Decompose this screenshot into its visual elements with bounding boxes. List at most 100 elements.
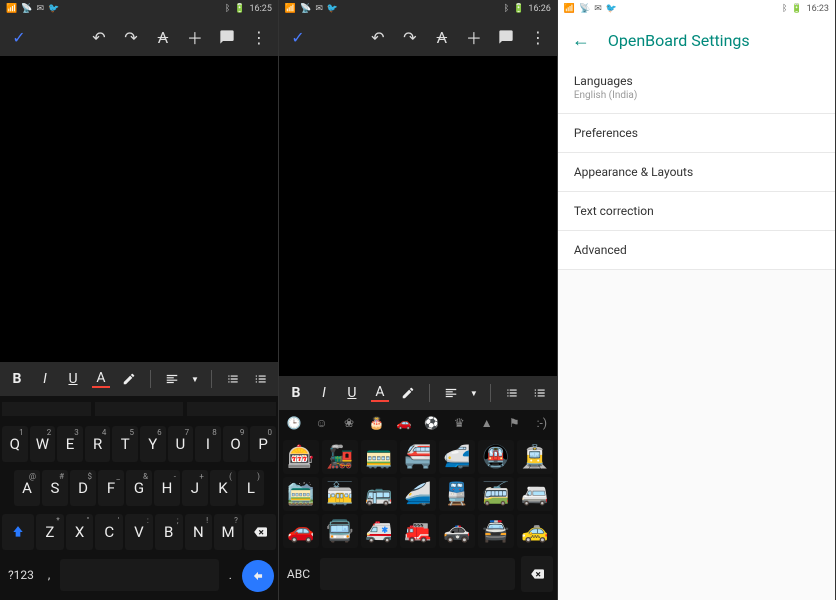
add-icon[interactable]: ＋ bbox=[186, 28, 204, 46]
emoji-key[interactable]: 🚃 bbox=[361, 440, 397, 474]
italic-button[interactable]: I bbox=[315, 384, 333, 402]
spacebar-key[interactable] bbox=[320, 558, 515, 590]
text-color-button[interactable]: A bbox=[371, 384, 389, 402]
key-z[interactable]: Z* bbox=[36, 514, 64, 550]
key-k[interactable]: K( bbox=[210, 470, 236, 506]
overflow-icon[interactable]: ⋮ bbox=[529, 28, 547, 46]
key-f[interactable]: F_ bbox=[98, 470, 124, 506]
key-m[interactable]: M? bbox=[214, 514, 242, 550]
key-u[interactable]: U7 bbox=[168, 426, 194, 462]
highlight-button[interactable] bbox=[399, 384, 417, 402]
emoji-key[interactable]: 🚄 bbox=[400, 477, 436, 511]
key-n[interactable]: N! bbox=[185, 514, 213, 550]
comment-icon[interactable] bbox=[497, 28, 515, 46]
spacebar-key[interactable] bbox=[60, 559, 218, 591]
emoji-key[interactable]: 🚓 bbox=[439, 514, 475, 548]
text-format-icon[interactable]: A bbox=[433, 28, 451, 46]
confirm-check-icon[interactable]: ✓ bbox=[289, 28, 307, 46]
redo-icon[interactable]: ↷ bbox=[401, 28, 419, 46]
emoji-key[interactable]: 🚑 bbox=[361, 514, 397, 548]
number-list-button[interactable] bbox=[252, 370, 270, 388]
key-e[interactable]: E3 bbox=[57, 426, 83, 462]
number-list-button[interactable] bbox=[531, 384, 549, 402]
cat-recent-icon[interactable]: 🕒 bbox=[285, 414, 303, 432]
emoji-key[interactable]: 🚌 bbox=[361, 477, 397, 511]
emoji-key[interactable]: 🚇 bbox=[478, 440, 514, 474]
undo-icon[interactable]: ↶ bbox=[369, 28, 387, 46]
emoji-key[interactable]: 🚐 bbox=[517, 477, 553, 511]
suggestion-strip[interactable] bbox=[0, 396, 278, 422]
key-q[interactable]: Q1 bbox=[2, 426, 28, 462]
key-c[interactable]: C' bbox=[95, 514, 123, 550]
cat-transport-icon[interactable]: 🚗 bbox=[395, 414, 413, 432]
emoji-key[interactable]: 🚗 bbox=[283, 514, 319, 548]
text-color-button[interactable]: A bbox=[92, 370, 110, 388]
mode-toggle-key[interactable]: ?123 bbox=[4, 568, 38, 582]
key-w[interactable]: W2 bbox=[30, 426, 56, 462]
key-g[interactable]: G& bbox=[126, 470, 152, 506]
key-j[interactable]: J+ bbox=[182, 470, 208, 506]
editor-canvas[interactable] bbox=[279, 56, 557, 376]
cat-food-icon[interactable]: 🎂 bbox=[368, 414, 386, 432]
bold-button[interactable]: B bbox=[8, 370, 26, 388]
redo-icon[interactable]: ↷ bbox=[122, 28, 140, 46]
align-button[interactable] bbox=[163, 370, 181, 388]
emoji-key[interactable]: 🚍 bbox=[322, 514, 358, 548]
emoji-key[interactable]: 🚝 bbox=[400, 440, 436, 474]
emoji-key[interactable]: 🚆 bbox=[439, 477, 475, 511]
confirm-check-icon[interactable]: ✓ bbox=[10, 28, 28, 46]
key-h[interactable]: H- bbox=[154, 470, 180, 506]
key-b[interactable]: B; bbox=[155, 514, 183, 550]
emoji-key[interactable]: 🚂 bbox=[322, 440, 358, 474]
settings-item-preferences[interactable]: Preferences bbox=[558, 114, 835, 153]
key-v[interactable]: V: bbox=[125, 514, 153, 550]
key-x[interactable]: X" bbox=[66, 514, 94, 550]
add-icon[interactable]: ＋ bbox=[465, 28, 483, 46]
key-a[interactable]: A@ bbox=[14, 470, 40, 506]
abc-toggle-key[interactable]: ABC bbox=[283, 567, 314, 581]
bullet-list-button[interactable] bbox=[503, 384, 521, 402]
key-d[interactable]: D$ bbox=[70, 470, 96, 506]
text-format-icon[interactable]: A bbox=[154, 28, 172, 46]
italic-button[interactable]: I bbox=[36, 370, 54, 388]
key-r[interactable]: R4 bbox=[85, 426, 111, 462]
cat-nature-icon[interactable]: ❀ bbox=[340, 414, 358, 432]
cat-symbols-icon[interactable]: ▲ bbox=[478, 414, 496, 432]
settings-item-appearance-layouts[interactable]: Appearance & Layouts bbox=[558, 153, 835, 192]
emoji-key[interactable]: 🎰 bbox=[283, 440, 319, 474]
emoji-key[interactable]: 🚔 bbox=[478, 514, 514, 548]
comment-icon[interactable] bbox=[218, 28, 236, 46]
key-o[interactable]: O9 bbox=[223, 426, 249, 462]
bold-button[interactable]: B bbox=[287, 384, 305, 402]
align-button[interactable] bbox=[442, 384, 460, 402]
editor-canvas[interactable] bbox=[0, 56, 278, 362]
overflow-icon[interactable]: ⋮ bbox=[250, 28, 268, 46]
key-l[interactable]: L) bbox=[238, 470, 264, 506]
period-key[interactable]: . bbox=[225, 568, 236, 582]
bullet-list-button[interactable] bbox=[224, 370, 242, 388]
cat-emoticons-icon[interactable]: :-) bbox=[533, 414, 551, 432]
underline-button[interactable]: U bbox=[343, 384, 361, 402]
cat-crown-icon[interactable]: ♛ bbox=[450, 414, 468, 432]
emoji-key[interactable]: 🚎 bbox=[478, 477, 514, 511]
settings-item-advanced[interactable]: Advanced bbox=[558, 231, 835, 270]
key-p[interactable]: P0 bbox=[250, 426, 276, 462]
emoji-key[interactable]: 🚕 bbox=[517, 514, 553, 548]
emoji-key[interactable]: 🚋 bbox=[322, 477, 358, 511]
shift-key[interactable] bbox=[2, 514, 34, 550]
undo-icon[interactable]: ↶ bbox=[90, 28, 108, 46]
emoji-key[interactable]: 🚊 bbox=[517, 440, 553, 474]
comma-key[interactable]: , bbox=[44, 568, 54, 582]
emoji-key[interactable]: 🚞 bbox=[283, 477, 319, 511]
highlight-button[interactable] bbox=[120, 370, 138, 388]
settings-item-languages[interactable]: LanguagesEnglish (India) bbox=[558, 62, 835, 114]
emoji-key[interactable]: 🚅 bbox=[439, 440, 475, 474]
cat-flags-icon[interactable]: ⚑ bbox=[505, 414, 523, 432]
backspace-key[interactable] bbox=[244, 514, 276, 550]
back-arrow-icon[interactable]: ← bbox=[572, 30, 590, 51]
enter-key[interactable] bbox=[242, 560, 274, 592]
underline-button[interactable]: U bbox=[64, 370, 82, 388]
cat-smiley-icon[interactable]: ☺ bbox=[312, 414, 330, 432]
cat-activity-icon[interactable]: ⚽ bbox=[423, 414, 441, 432]
key-i[interactable]: I8 bbox=[195, 426, 221, 462]
